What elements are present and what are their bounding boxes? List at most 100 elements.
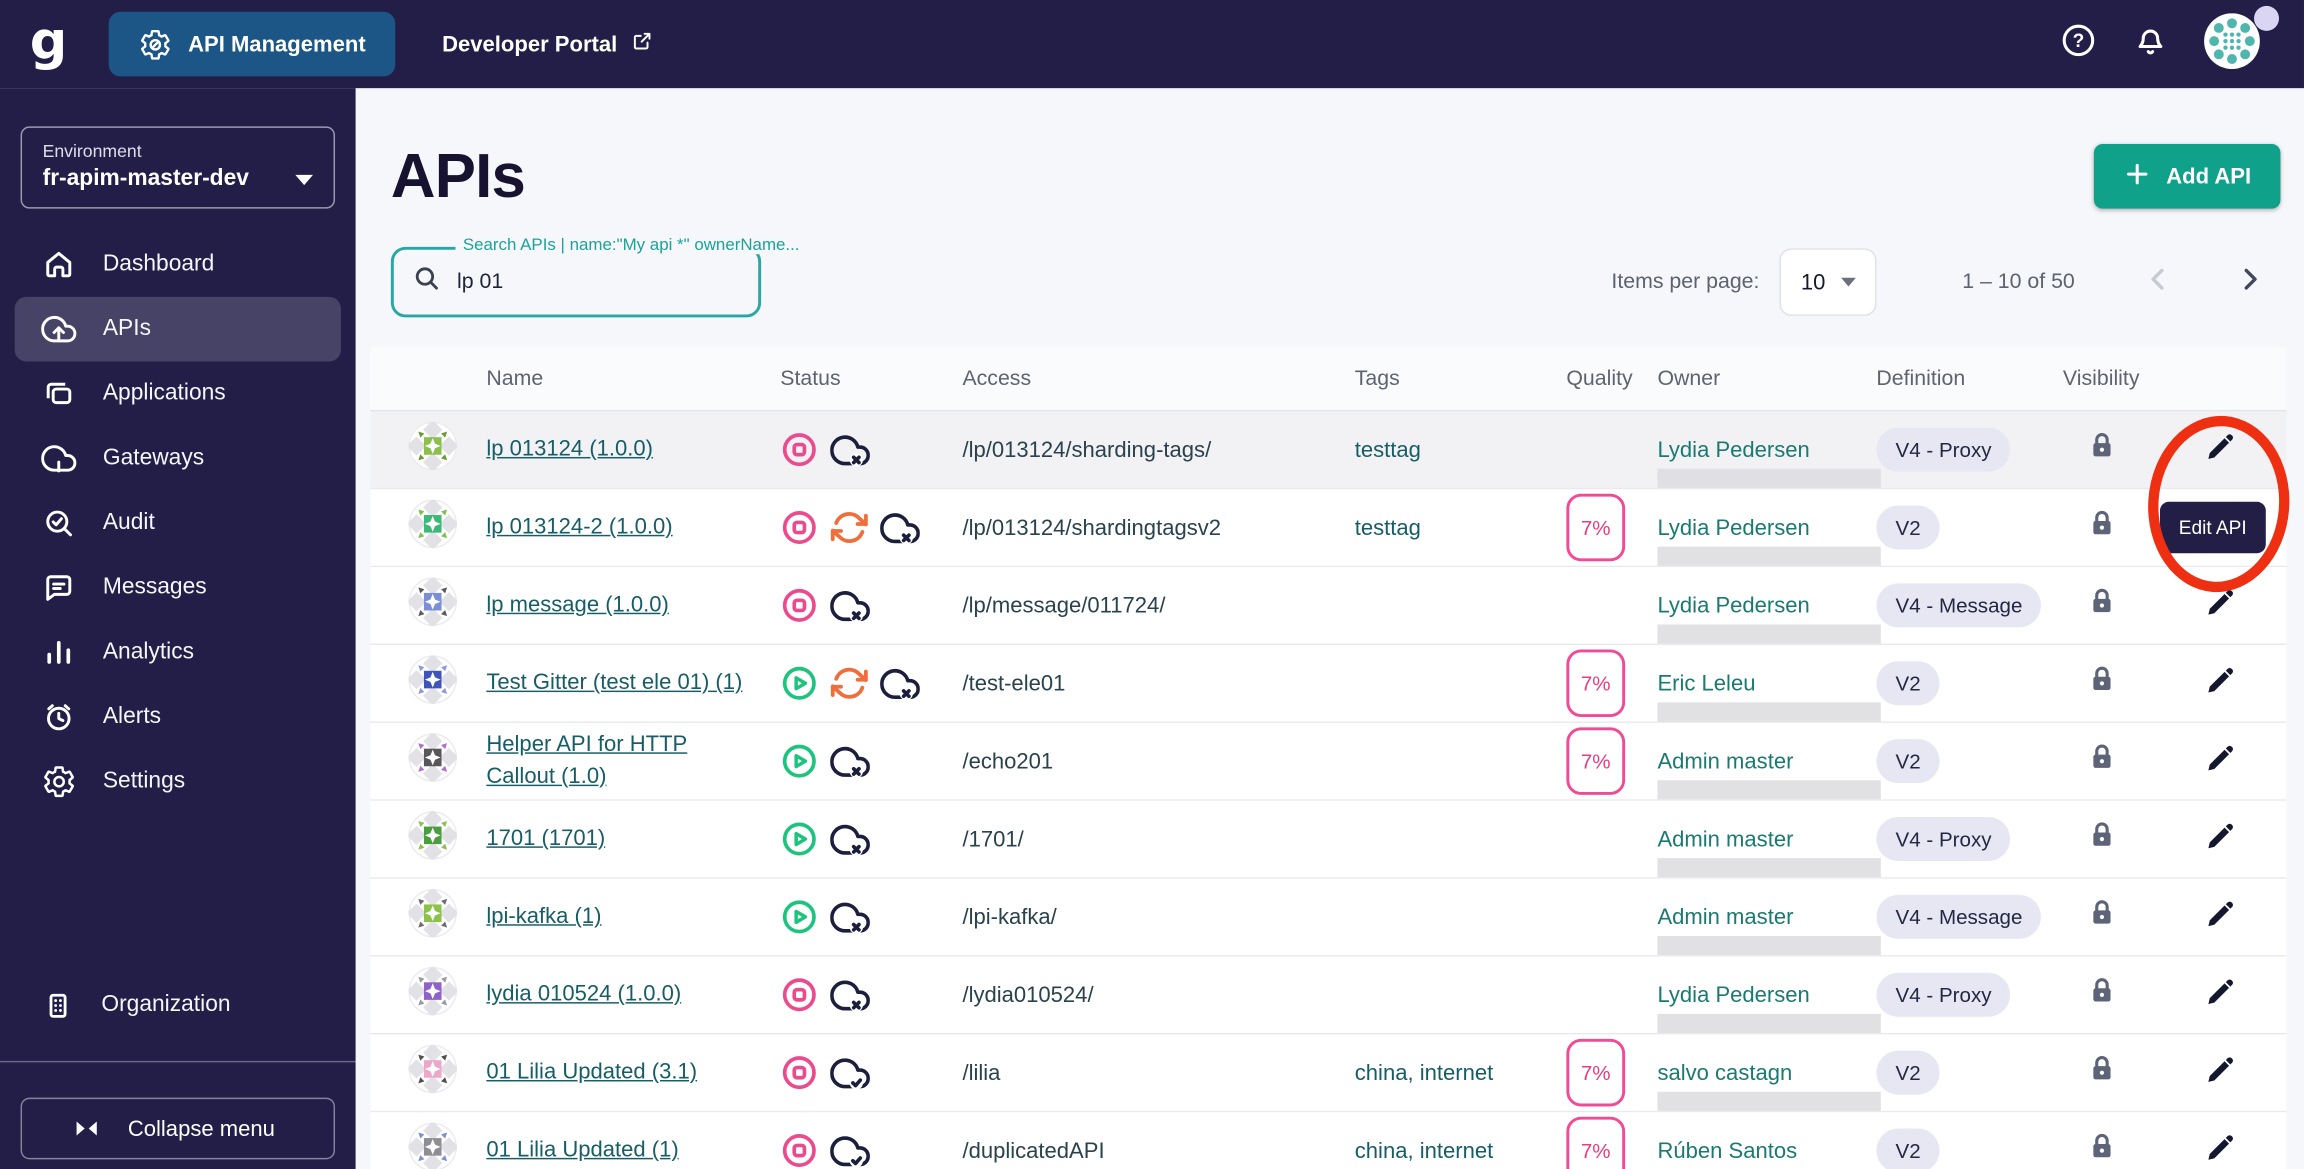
definition-badge: V4 - Message bbox=[1876, 894, 2042, 939]
applications-icon bbox=[41, 376, 76, 411]
api-name-link[interactable]: lp 013124-2 (1.0.0) bbox=[486, 512, 672, 544]
organization-icon bbox=[41, 988, 75, 1022]
gravitee-logo-icon[interactable]: g bbox=[0, 10, 97, 79]
api-owner: Lydia Pedersen bbox=[1657, 437, 1810, 463]
cog-gauge-icon bbox=[138, 27, 172, 61]
app: g API Management Developer Portal ? Envi… bbox=[0, 0, 2304, 1169]
environment-selector[interactable]: Environment fr-apim-master-dev bbox=[20, 126, 336, 209]
edit-api-button[interactable] bbox=[2203, 429, 2237, 470]
sidebar-item-audit[interactable]: Audit bbox=[0, 491, 356, 556]
api-stopped-icon bbox=[780, 431, 818, 469]
api-published-icon bbox=[830, 1053, 870, 1093]
api-name-link[interactable]: Test Gitter (test ele 01) (1) bbox=[486, 667, 742, 699]
edit-api-button[interactable] bbox=[2203, 663, 2237, 704]
sidebar-item-dashboard[interactable]: Dashboard bbox=[0, 232, 356, 297]
api-name-link[interactable]: 01 Lilia Updated (1) bbox=[486, 1135, 678, 1167]
developer-portal-link[interactable]: Developer Portal bbox=[442, 29, 654, 58]
table-row: 01 Lilia Updated (3.1) /lilia china, int… bbox=[370, 1034, 2287, 1113]
api-name-link[interactable]: 1701 (1701) bbox=[486, 823, 605, 855]
pencil-icon bbox=[2203, 896, 2237, 937]
collapse-menu-button[interactable]: Collapse menu bbox=[20, 1097, 336, 1160]
pencil-icon bbox=[2203, 1130, 2237, 1169]
pencil-icon bbox=[2203, 663, 2237, 704]
sidebar-item-organization[interactable]: Organization bbox=[0, 973, 356, 1038]
edit-api-button[interactable] bbox=[2203, 974, 2237, 1015]
sidebar-item-applications[interactable]: Applications bbox=[0, 361, 356, 426]
previous-page-button[interactable] bbox=[2142, 262, 2174, 302]
pencil-icon bbox=[2203, 1052, 2237, 1093]
column-definition: Definition bbox=[1876, 366, 1966, 391]
sidebar-item-messages[interactable]: Messages bbox=[0, 555, 356, 620]
api-owner: Lydia Pedersen bbox=[1657, 982, 1810, 1008]
pencil-icon bbox=[2203, 741, 2237, 782]
table-body: lp 013124 (1.0.0) /lp/013124/sharding-ta… bbox=[370, 411, 2287, 1169]
notifications-button[interactable] bbox=[2132, 22, 2169, 66]
api-name-link[interactable]: lpi-kafka (1) bbox=[486, 901, 601, 933]
api-access-path: /test-ele01 bbox=[962, 670, 1066, 696]
api-avatar bbox=[406, 809, 459, 867]
api-access-path: /lp/013124/shardingtagsv2 bbox=[962, 515, 1222, 540]
table-row: 1701 (1701) /1701/ Admin master V4 - Pro… bbox=[370, 800, 2287, 879]
help-button[interactable]: ? bbox=[2060, 22, 2097, 66]
column-visibility: Visibility bbox=[2062, 366, 2140, 391]
api-status bbox=[780, 586, 962, 626]
owner-redaction-bar bbox=[1657, 701, 1881, 721]
definition-badge: V4 - Proxy bbox=[1876, 972, 2011, 1017]
environment-value: fr-apim-master-dev bbox=[42, 166, 249, 192]
api-avatar bbox=[406, 575, 459, 633]
definition-badge: V4 - Proxy bbox=[1876, 427, 2011, 472]
edit-api-button[interactable] bbox=[2203, 1052, 2237, 1093]
api-owner: Lydia Pedersen bbox=[1657, 592, 1810, 618]
owner-redaction-bar bbox=[1657, 545, 1881, 565]
analytics-icon bbox=[41, 635, 76, 670]
table-row: 01 Lilia Updated (1) /duplicatedAPI chin… bbox=[370, 1112, 2287, 1169]
sidebar-item-gateways[interactable]: Gateways bbox=[0, 426, 356, 491]
api-name-link[interactable]: lydia 010524 (1.0.0) bbox=[486, 979, 681, 1011]
edit-api-button[interactable] bbox=[2203, 818, 2237, 859]
sidebar-item-apis[interactable]: APIs bbox=[14, 296, 341, 362]
items-per-page-select[interactable]: 10 bbox=[1780, 248, 1877, 316]
edit-api-button[interactable] bbox=[2203, 741, 2237, 782]
api-unpublished-icon bbox=[830, 975, 870, 1015]
edit-api-button[interactable] bbox=[2203, 1130, 2237, 1169]
collapse-menu-label: Collapse menu bbox=[127, 1115, 275, 1141]
user-avatar[interactable] bbox=[2204, 5, 2280, 72]
api-status bbox=[780, 508, 962, 548]
api-name-link[interactable]: 01 Lilia Updated (3.1) bbox=[486, 1057, 697, 1089]
api-avatar bbox=[406, 1120, 459, 1169]
edit-api-button[interactable] bbox=[2203, 896, 2237, 937]
table-row: lp message (1.0.0) /lp/message/011724/ L… bbox=[370, 567, 2287, 646]
api-owner: Lydia Pedersen bbox=[1657, 515, 1810, 540]
table-row: lpi-kafka (1) /lpi-kafka/ Admin master V… bbox=[370, 878, 2287, 957]
api-avatar bbox=[406, 887, 459, 945]
api-name-link[interactable]: lp 013124 (1.0.0) bbox=[486, 434, 653, 466]
column-name: Name bbox=[486, 366, 544, 391]
api-management-switcher[interactable]: API Management bbox=[108, 11, 396, 77]
add-api-button[interactable]: Add API bbox=[2094, 143, 2281, 209]
quality-badge: 7% bbox=[1566, 727, 1626, 795]
api-access-path: /lp/013124/sharding-tags/ bbox=[962, 437, 1212, 463]
sidebar-menu: Dashboard APIs Applications Gateways Aud… bbox=[0, 232, 356, 814]
api-stopped-icon bbox=[780, 976, 818, 1014]
pencil-icon bbox=[2203, 429, 2237, 470]
quality-badge: 7% bbox=[1566, 1038, 1626, 1107]
api-started-icon bbox=[780, 820, 818, 858]
table-header: Name Status Access Tags Quality Owner De… bbox=[370, 346, 2287, 412]
api-stopped-icon bbox=[780, 1054, 818, 1092]
sidebar-item-alerts[interactable]: Alerts bbox=[0, 685, 356, 750]
api-access-path: /lilia bbox=[962, 1060, 1001, 1086]
api-access-path: /echo201 bbox=[962, 748, 1054, 774]
definition-badge: V4 - Message bbox=[1876, 583, 2042, 628]
edit-api-button[interactable] bbox=[2203, 585, 2237, 626]
api-unpublished-icon bbox=[830, 741, 870, 781]
top-bar: g API Management Developer Portal ? bbox=[0, 0, 2304, 89]
owner-redaction-bar bbox=[1657, 857, 1881, 877]
api-name-link[interactable]: Helper API for HTTP Callout (1.0) bbox=[486, 729, 759, 793]
owner-redaction-bar bbox=[1657, 1091, 1881, 1111]
api-name-link[interactable]: lp message (1.0.0) bbox=[486, 589, 669, 621]
sidebar-item-settings[interactable]: Settings bbox=[0, 749, 356, 814]
search-input[interactable] bbox=[456, 270, 707, 294]
column-access: Access bbox=[962, 366, 1032, 391]
sidebar-item-analytics[interactable]: Analytics bbox=[0, 620, 356, 685]
next-page-button[interactable] bbox=[2233, 262, 2265, 302]
